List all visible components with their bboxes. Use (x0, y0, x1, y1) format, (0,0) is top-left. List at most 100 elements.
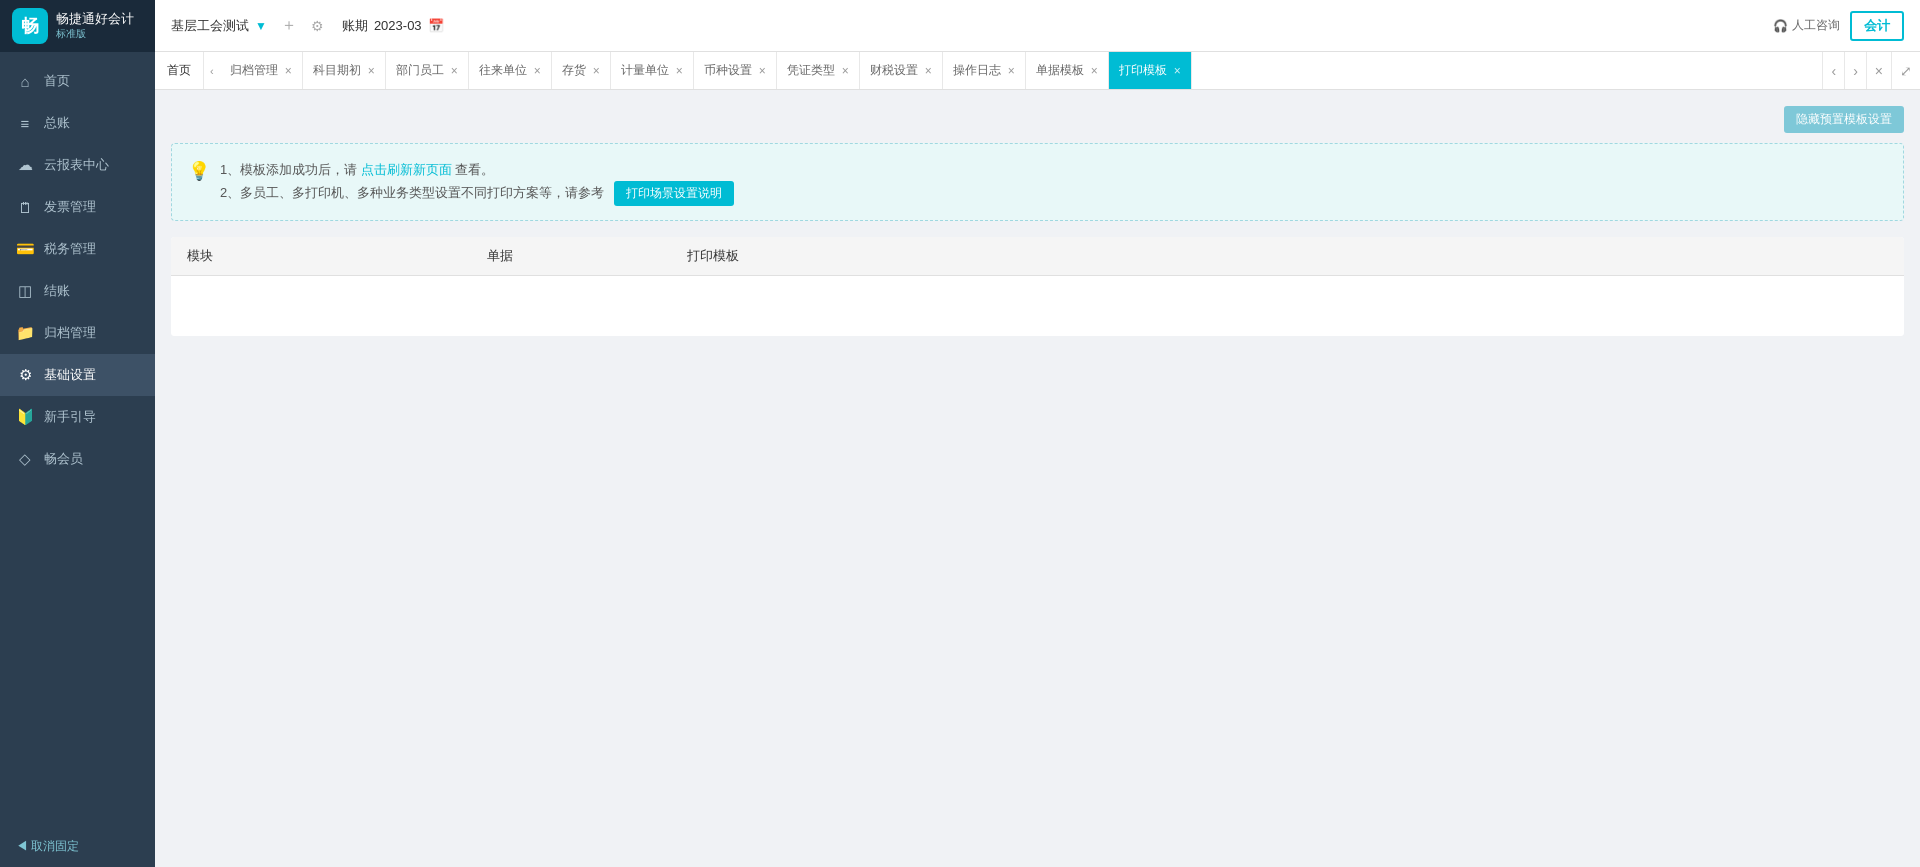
tab-voucher-close[interactable]: × (842, 64, 849, 78)
company-name: 基层工会测试 (171, 17, 249, 35)
sidebar-item-reports[interactable]: ☁ 云报表中心 (0, 144, 155, 186)
tabs-expand[interactable]: ⤢ (1891, 52, 1920, 90)
tab-voucher[interactable]: 凭证类型 × (777, 52, 860, 90)
tab-printtemplate[interactable]: 打印模板 × (1109, 52, 1192, 90)
sidebar-item-tax[interactable]: 💳 税务管理 (0, 228, 155, 270)
period-value: 2023-03 (374, 18, 422, 33)
tab-oplog-close[interactable]: × (1008, 64, 1015, 78)
logo-title: 畅捷通好会计 (56, 11, 134, 27)
sidebar-item-invoice[interactable]: 🗒 发票管理 (0, 186, 155, 228)
tax-icon: 💳 (16, 240, 34, 258)
support-btn[interactable]: 🎧 人工咨询 (1773, 17, 1840, 34)
tab-inventory[interactable]: 存货 × (552, 52, 611, 90)
kuaiji-button[interactable]: 会计 (1850, 11, 1904, 41)
tab-singledoc-close[interactable]: × (1091, 64, 1098, 78)
tab-subjects-label: 科目期初 (313, 62, 361, 79)
tab-archive-close[interactable]: × (285, 64, 292, 78)
tab-taxsetting-close[interactable]: × (925, 64, 932, 78)
tab-currency[interactable]: 币种设置 × (694, 52, 777, 90)
tab-dept-close[interactable]: × (451, 64, 458, 78)
info-line-1: 1、模板添加成功后，请 点击刷新新页面 查看。 (220, 158, 734, 181)
topbar: 基层工会测试 ▼ ＋ ⚙ 账期 2023-03 📅 🎧 人工咨询 会计 (155, 0, 1920, 52)
sidebar-unpin-btn[interactable]: ◀ 取消固定 (0, 826, 155, 867)
sidebar-item-settings-label: 基础设置 (44, 366, 96, 384)
add-company-btn[interactable]: ＋ (281, 15, 297, 36)
info-line1-suffix: 查看。 (455, 162, 494, 177)
member-icon: ◇ (16, 450, 34, 468)
tab-taxsetting-label: 财税设置 (870, 62, 918, 79)
settings-gear-icon[interactable]: ⚙ (311, 18, 324, 34)
support-label: 人工咨询 (1792, 17, 1840, 34)
sidebar-item-ledger[interactable]: ≡ 总账 (0, 102, 155, 144)
tabs-scroll-right[interactable]: › (1844, 52, 1866, 90)
col-document: 单据 (487, 247, 687, 265)
headset-icon: 🎧 (1773, 19, 1788, 33)
sidebar-nav: ⌂ 首页 ≡ 总账 ☁ 云报表中心 🗒 发票管理 💳 税务管理 ◫ 结账 📁 归… (0, 52, 155, 826)
tab-oplog[interactable]: 操作日志 × (943, 52, 1026, 90)
data-table: 模块 单据 打印模板 (171, 237, 1904, 336)
tab-unit-close[interactable]: × (676, 64, 683, 78)
tabs-close-all[interactable]: × (1866, 52, 1891, 90)
tab-printtemplate-close[interactable]: × (1174, 64, 1181, 78)
company-dropdown-icon[interactable]: ▼ (255, 19, 267, 33)
tab-home[interactable]: 首页 (155, 52, 204, 90)
tab-singledoc-label: 单据模板 (1036, 62, 1084, 79)
info-box-content: 💡 1、模板添加成功后，请 点击刷新新页面 查看。 2、多员工、多打印机、多种业… (188, 158, 1887, 206)
sidebar-item-invoice-label: 发票管理 (44, 198, 96, 216)
tab-archive-label: 归档管理 (230, 62, 278, 79)
tab-inventory-label: 存货 (562, 62, 586, 79)
reports-icon: ☁ (16, 156, 34, 174)
content-area: 隐藏预置模板设置 💡 1、模板添加成功后，请 点击刷新新页面 查看。 2、多员工… (155, 90, 1920, 867)
settings-icon: ⚙ (16, 366, 34, 384)
tab-taxsetting[interactable]: 财税设置 × (860, 52, 943, 90)
tab-vendor[interactable]: 往来单位 × (469, 52, 552, 90)
period-label: 账期 (342, 17, 368, 35)
tab-currency-label: 币种设置 (704, 62, 752, 79)
sidebar-item-archive-label: 归档管理 (44, 324, 96, 342)
tab-vendor-close[interactable]: × (534, 64, 541, 78)
print-scene-btn[interactable]: 打印场景设置说明 (614, 181, 734, 206)
sidebar-item-home[interactable]: ⌂ 首页 (0, 60, 155, 102)
logo-subtitle: 标准版 (56, 27, 134, 41)
tab-singledoc[interactable]: 单据模板 × (1026, 52, 1109, 90)
col-template: 打印模板 (687, 247, 1888, 265)
settle-icon: ◫ (16, 282, 34, 300)
tab-home-label: 首页 (167, 62, 191, 79)
sidebar-item-member-label: 畅会员 (44, 450, 83, 468)
tab-subjects[interactable]: 科目期初 × (303, 52, 386, 90)
sidebar-item-ledger-label: 总账 (44, 114, 70, 132)
logo-text-group: 畅捷通好会计 标准版 (56, 11, 134, 41)
tab-currency-close[interactable]: × (759, 64, 766, 78)
sidebar-logo: 畅 畅捷通好会计 标准版 (0, 0, 155, 52)
tabs-bar: 首页 ‹ 归档管理 × 科目期初 × 部门员工 × 往来单位 × 存货 × 计量… (155, 52, 1920, 90)
sidebar-item-archive[interactable]: 📁 归档管理 (0, 312, 155, 354)
col-module: 模块 (187, 247, 487, 265)
topbar-company[interactable]: 基层工会测试 ▼ (171, 17, 267, 35)
invoice-icon: 🗒 (16, 199, 34, 216)
sidebar-item-guide[interactable]: 🔰 新手引导 (0, 396, 155, 438)
home-icon: ⌂ (16, 73, 34, 90)
tab-inventory-close[interactable]: × (593, 64, 600, 78)
sidebar-item-settle[interactable]: ◫ 结账 (0, 270, 155, 312)
hide-preview-container: 隐藏预置模板设置 (171, 106, 1904, 133)
tab-vendor-label: 往来单位 (479, 62, 527, 79)
topbar-period: 账期 2023-03 📅 (342, 17, 444, 35)
tab-archive[interactable]: 归档管理 × (220, 52, 303, 90)
calendar-icon[interactable]: 📅 (428, 18, 444, 33)
tab-unit-label: 计量单位 (621, 62, 669, 79)
sidebar-item-guide-label: 新手引导 (44, 408, 96, 426)
tab-unit[interactable]: 计量单位 × (611, 52, 694, 90)
sidebar-item-reports-label: 云报表中心 (44, 156, 109, 174)
sidebar-item-home-label: 首页 (44, 72, 70, 90)
sidebar-item-settings[interactable]: ⚙ 基础设置 (0, 354, 155, 396)
tab-dept[interactable]: 部门员工 × (386, 52, 469, 90)
tab-nav-left[interactable]: ‹ (204, 65, 220, 77)
tab-subjects-close[interactable]: × (368, 64, 375, 78)
hide-preview-button[interactable]: 隐藏预置模板设置 (1784, 106, 1904, 133)
tabs-scroll-left[interactable]: ‹ (1822, 52, 1844, 90)
ledger-icon: ≡ (16, 115, 34, 132)
refresh-link[interactable]: 点击刷新新页面 (361, 162, 452, 177)
tab-printtemplate-label: 打印模板 (1119, 62, 1167, 79)
tab-voucher-label: 凭证类型 (787, 62, 835, 79)
sidebar-item-member[interactable]: ◇ 畅会员 (0, 438, 155, 480)
